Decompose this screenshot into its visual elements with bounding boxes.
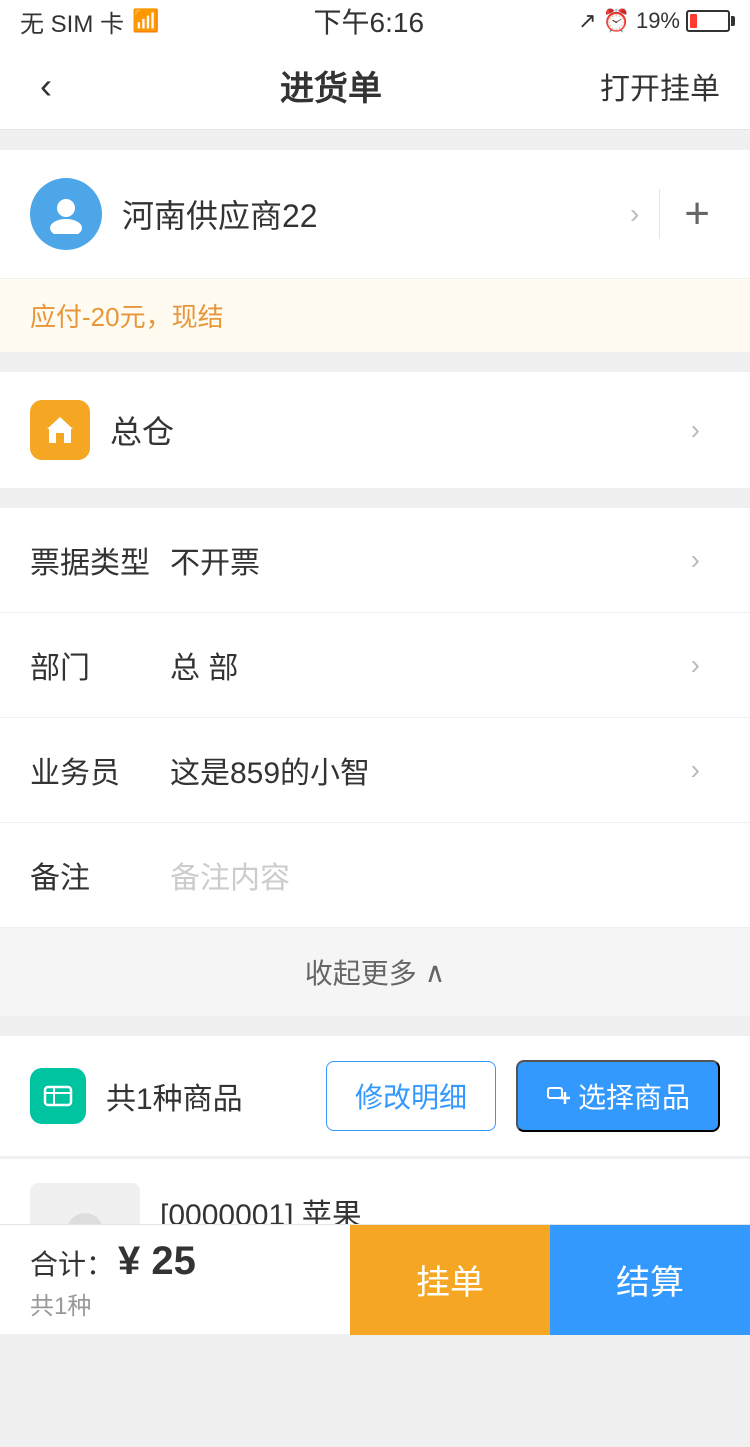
hold-button[interactable]: 挂单 bbox=[350, 1225, 550, 1335]
salesman-row[interactable]: 业务员 这是859的小智 › bbox=[0, 718, 750, 823]
status-bar: 无 SIM 卡 📶 下午6:16 ↗ ⏰ 19% bbox=[0, 0, 750, 42]
warehouse-section: 总仓 › bbox=[0, 372, 750, 488]
product-section-icon bbox=[30, 1068, 86, 1124]
remark-input[interactable]: 备注内容 bbox=[170, 853, 720, 897]
nav-bar: ‹ 进货单 打开挂单 bbox=[0, 42, 750, 130]
status-right: ↗ ⏰ 19% bbox=[578, 8, 730, 34]
invoice-chevron-icon: › bbox=[691, 544, 700, 576]
alarm-icon: ⏰ bbox=[603, 8, 630, 34]
select-product-label: 选择商品 bbox=[578, 1076, 690, 1116]
settle-button[interactable]: 结算 bbox=[550, 1225, 750, 1335]
total-section: 合计： ¥ 25 共1种 bbox=[0, 1239, 350, 1321]
select-product-button[interactable]: 选择商品 bbox=[516, 1060, 720, 1132]
divider-warehouse bbox=[0, 488, 750, 508]
supplier-row: 河南供应商22 › + bbox=[0, 150, 750, 279]
sim-label: 无 SIM 卡 bbox=[20, 4, 124, 39]
supplier-chevron-icon[interactable]: › bbox=[630, 198, 639, 230]
collapse-label: 收起更多 bbox=[305, 952, 417, 992]
product-count: 共1种商品 bbox=[106, 1074, 306, 1118]
warehouse-chevron-icon: › bbox=[691, 414, 700, 446]
add-supplier-button[interactable]: + bbox=[659, 189, 720, 239]
open-hold-button[interactable]: 打开挂单 bbox=[600, 64, 720, 108]
location-icon: ↗ bbox=[578, 8, 596, 34]
product-header: 共1种商品 修改明细 选择商品 bbox=[0, 1036, 750, 1157]
form-section: 票据类型 不开票 › 部门 总 部 › 业务员 这是859的小智 › 备注 备注… bbox=[0, 508, 750, 928]
battery-icon bbox=[686, 10, 730, 32]
invoice-label: 票据类型 bbox=[30, 538, 170, 582]
supplier-name: 河南供应商22 bbox=[122, 191, 630, 237]
home-icon bbox=[43, 413, 77, 447]
supplier-avatar bbox=[30, 178, 102, 250]
dept-chevron-icon: › bbox=[691, 649, 700, 681]
collapse-button[interactable]: 收起更多 ∧ bbox=[0, 928, 750, 1016]
total-count: 共1种 bbox=[30, 1286, 320, 1321]
page-title: 进货单 bbox=[280, 61, 382, 110]
collapse-icon: ∧ bbox=[425, 956, 446, 989]
bottom-bar: 合计： ¥ 25 共1种 挂单 结算 bbox=[0, 1224, 750, 1334]
salesman-label: 业务员 bbox=[30, 748, 170, 792]
divider-form bbox=[0, 1016, 750, 1036]
salesman-value: 这是859的小智 bbox=[170, 748, 691, 792]
dept-row[interactable]: 部门 总 部 › bbox=[0, 613, 750, 718]
remark-label: 备注 bbox=[30, 853, 170, 897]
battery-pct: 19% bbox=[636, 8, 680, 34]
invoice-row[interactable]: 票据类型 不开票 › bbox=[0, 508, 750, 613]
back-button[interactable]: ‹ bbox=[30, 55, 62, 117]
bottom-spacer bbox=[0, 1317, 750, 1447]
salesman-chevron-icon: › bbox=[691, 754, 700, 786]
divider-top bbox=[0, 130, 750, 150]
total-amount: ¥ 25 bbox=[118, 1239, 196, 1284]
cart-icon bbox=[41, 1079, 75, 1113]
total-label: 合计： bbox=[30, 1243, 114, 1283]
status-left: 无 SIM 卡 📶 bbox=[20, 4, 159, 39]
battery-fill bbox=[690, 14, 697, 28]
supplier-section: 河南供应商22 › + 应付-20元，现结 bbox=[0, 150, 750, 352]
dept-value: 总 部 bbox=[170, 643, 691, 687]
edit-detail-button[interactable]: 修改明细 bbox=[326, 1061, 496, 1131]
user-icon bbox=[46, 194, 86, 234]
status-time: 下午6:16 bbox=[314, 1, 425, 41]
divider-supplier bbox=[0, 352, 750, 372]
select-product-icon bbox=[546, 1084, 570, 1108]
warehouse-icon bbox=[30, 400, 90, 460]
remark-row[interactable]: 备注 备注内容 bbox=[0, 823, 750, 928]
dept-label: 部门 bbox=[30, 643, 170, 687]
warehouse-row[interactable]: 总仓 › bbox=[0, 372, 750, 488]
payment-notice: 应付-20元，现结 bbox=[0, 279, 750, 352]
invoice-value: 不开票 bbox=[170, 538, 691, 582]
warehouse-name: 总仓 bbox=[110, 407, 691, 453]
wifi-icon: 📶 bbox=[132, 8, 159, 34]
